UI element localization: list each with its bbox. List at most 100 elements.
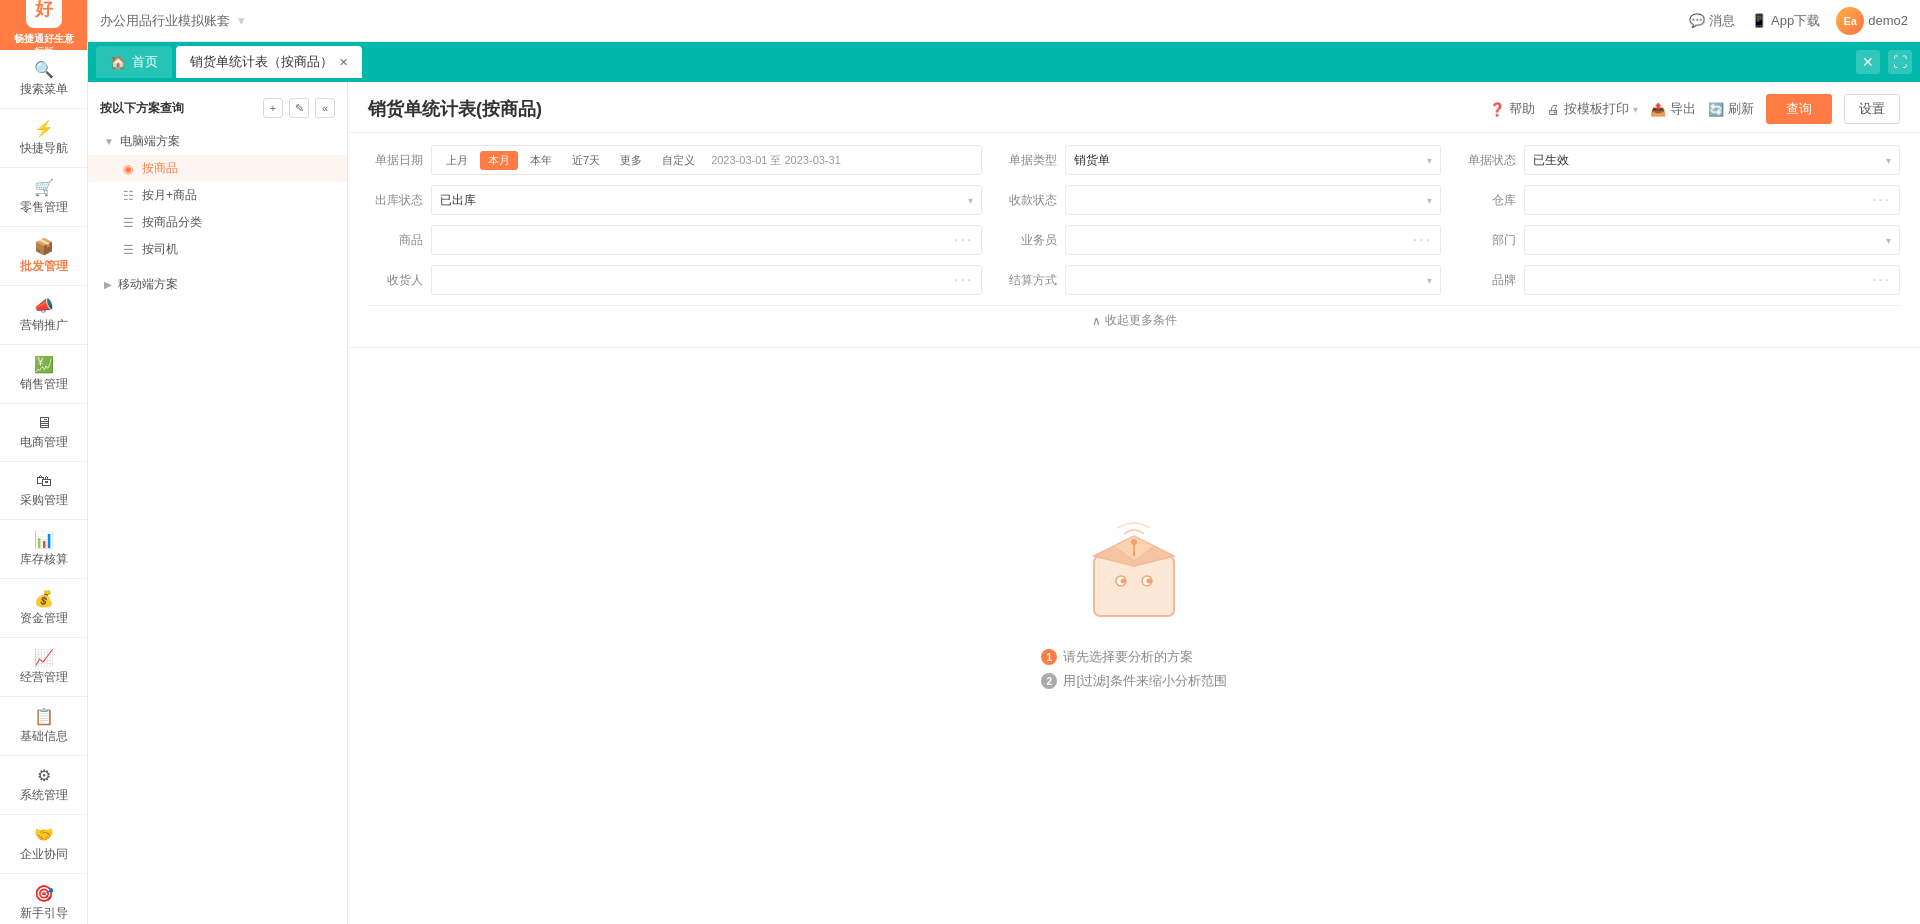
- add-scheme-btn[interactable]: +: [263, 98, 283, 118]
- date-custom-btn[interactable]: 自定义: [654, 151, 703, 170]
- tip1-text: 请先选择要分析的方案: [1063, 648, 1193, 666]
- by-product-category-icon: ☰: [120, 215, 136, 231]
- query-button[interactable]: 查询: [1766, 94, 1832, 124]
- doc-type-filter-cell: 单据类型 销货单 ▾: [1002, 145, 1441, 175]
- tab-close-icon[interactable]: ✕: [339, 56, 348, 69]
- by-month-product-icon: ☷: [120, 188, 136, 204]
- out-status-filter-cell: 出库状态 已出库 ▾: [368, 185, 982, 215]
- product-input[interactable]: ···: [431, 225, 982, 255]
- payment-status-dropdown-icon: ▾: [1427, 195, 1432, 206]
- solution-item-by-month-product[interactable]: ☷ 按月+商品: [88, 182, 347, 209]
- sidebar-item-inventory[interactable]: 📊 库存核算: [0, 520, 87, 579]
- user-area[interactable]: Ea demo2: [1836, 7, 1908, 35]
- date-filter-input[interactable]: 上月 本月 本年 近7天 更多 自定义 2023-03-01 至 2023-03…: [431, 145, 982, 175]
- solution-item-by-product-category[interactable]: ☰ 按商品分类: [88, 209, 347, 236]
- sidebar-item-retail[interactable]: 🛒 零售管理: [0, 168, 87, 227]
- payment-status-input[interactable]: ▾: [1065, 185, 1441, 215]
- tab-report[interactable]: 销货单统计表（按商品） ✕: [176, 46, 362, 78]
- svg-point-6: [1147, 579, 1152, 584]
- salesperson-label: 业务员: [1002, 232, 1057, 249]
- sidebar-item-sales[interactable]: 💹 销售管理: [0, 345, 87, 404]
- tab-close-btn[interactable]: ✕: [1856, 50, 1880, 74]
- tab-report-label: 销货单统计表（按商品）: [190, 53, 333, 71]
- dept-input[interactable]: ▾: [1524, 225, 1900, 255]
- export-btn[interactable]: 📤 导出: [1650, 100, 1696, 118]
- sidebar-item-enterprise[interactable]: 🤝 企业协同: [0, 815, 87, 874]
- solution-item-by-machine-label: 按司机: [142, 241, 178, 258]
- help-icon: ❓: [1489, 102, 1505, 117]
- date-filter-cell: 单据日期 上月 本月 本年 近7天 更多 自定义 2023-03-01 至 20…: [368, 145, 982, 175]
- left-panel: 按以下方案查询 + ✎ « ▼ 电脑端方案 ◉ 按商品 ☷: [88, 82, 348, 924]
- receiver-dots-icon: ···: [954, 271, 973, 289]
- brand-input[interactable]: ···: [1524, 265, 1900, 295]
- empty-state: 1 请先选择要分析的方案 2 用[过滤]条件来缩小分析范围: [348, 348, 1920, 924]
- out-status-dropdown-icon: ▾: [968, 195, 973, 206]
- edit-scheme-btn[interactable]: ✎: [289, 98, 309, 118]
- date-last-month-btn[interactable]: 上月: [438, 151, 476, 170]
- app-download-label: App下载: [1771, 12, 1820, 30]
- doc-type-input[interactable]: 销货单 ▾: [1065, 145, 1441, 175]
- marketing-icon: 📣: [4, 296, 83, 315]
- sidebar-item-search[interactable]: 🔍 搜索菜单: [0, 50, 87, 109]
- collapse-filters-btn[interactable]: ∧ 收起更多条件: [368, 305, 1900, 335]
- doc-status-filter-cell: 单据状态 已生效 ▾: [1461, 145, 1900, 175]
- by-machine-icon: ☰: [120, 242, 136, 258]
- collapse-panel-btn[interactable]: «: [315, 98, 335, 118]
- product-label: 商品: [368, 232, 423, 249]
- doc-status-label: 单据状态: [1461, 152, 1516, 169]
- sidebar-item-operation[interactable]: 📈 经营管理: [0, 638, 87, 697]
- out-status-input[interactable]: 已出库 ▾: [431, 185, 982, 215]
- date-more-btn[interactable]: 更多: [612, 151, 650, 170]
- sidebar-item-system[interactable]: ⚙ 系统管理: [0, 756, 87, 815]
- settlement-input[interactable]: ▾: [1065, 265, 1441, 295]
- receiver-input[interactable]: ···: [431, 265, 982, 295]
- sidebar-item-basic[interactable]: 📋 基础信息: [0, 697, 87, 756]
- chevron-down-icon: ▼: [104, 136, 114, 147]
- solution-group-desktop-header[interactable]: ▼ 电脑端方案: [88, 128, 347, 155]
- sidebar-item-wholesale[interactable]: 📦 批发管理: [0, 227, 87, 286]
- ecommerce-icon: 🖥: [4, 414, 83, 432]
- help-btn[interactable]: ❓ 帮助: [1489, 100, 1535, 118]
- quick-nav-icon: ⚡: [4, 119, 83, 138]
- messages-btn[interactable]: 💬 消息: [1689, 12, 1735, 30]
- template-print-btn[interactable]: 🖨 按模板打印 ▾: [1547, 100, 1638, 118]
- retail-icon: 🛒: [4, 178, 83, 197]
- breadcrumb-arrow: ▾: [238, 13, 245, 28]
- app-download-btn[interactable]: 📱 App下载: [1751, 12, 1820, 30]
- tab-home[interactable]: 🏠 首页: [96, 46, 172, 78]
- solution-group-mobile-header[interactable]: ▶ 移动端方案: [88, 271, 347, 298]
- export-icon: 📤: [1650, 102, 1666, 117]
- chevron-up-icon: ∧: [1092, 314, 1101, 328]
- salesperson-dots-icon: ···: [1413, 231, 1432, 249]
- sidebar-item-quick-nav[interactable]: ⚡ 快捷导航: [0, 109, 87, 168]
- breadcrumb: 办公用品行业模拟账套: [100, 12, 230, 30]
- tip2-text: 用[过滤]条件来缩小分析范围: [1063, 672, 1226, 690]
- sidebar-item-marketing[interactable]: 📣 营销推广: [0, 286, 87, 345]
- tip1-num: 1: [1041, 649, 1057, 665]
- wholesale-icon: 📦: [4, 237, 83, 256]
- chevron-right-icon: ▶: [104, 279, 112, 290]
- date-7days-btn[interactable]: 近7天: [564, 151, 608, 170]
- refresh-btn[interactable]: 🔄 刷新: [1708, 100, 1754, 118]
- dept-dropdown-icon: ▾: [1886, 235, 1891, 246]
- sidebar-item-ecommerce[interactable]: 🖥 电商管理: [0, 404, 87, 462]
- warehouse-input[interactable]: ···: [1524, 185, 1900, 215]
- filter-area: 单据日期 上月 本月 本年 近7天 更多 自定义 2023-03-01 至 20…: [348, 133, 1920, 348]
- tab-maximize-btn[interactable]: ⛶: [1888, 50, 1912, 74]
- setting-button[interactable]: 设置: [1844, 94, 1900, 124]
- sidebar-item-finance[interactable]: 💰 资金管理: [0, 579, 87, 638]
- date-this-year-btn[interactable]: 本年: [522, 151, 560, 170]
- receiver-label: 收货人: [368, 272, 423, 289]
- solution-item-by-product[interactable]: ◉ 按商品: [88, 155, 347, 182]
- brand-dots-icon: ···: [1872, 271, 1891, 289]
- sidebar: 好 畅捷通好生意 标版 🔍 搜索菜单 ⚡ 快捷导航 🛒 零售管理 📦 批发管理 …: [0, 0, 88, 924]
- sidebar-item-newbie[interactable]: 🎯 新手引导: [0, 874, 87, 924]
- brand-filter-cell: 品牌 ···: [1461, 265, 1900, 295]
- salesperson-input[interactable]: ···: [1065, 225, 1441, 255]
- sidebar-item-purchase[interactable]: 🛍 采购管理: [0, 462, 87, 520]
- refresh-label: 刷新: [1728, 100, 1754, 118]
- solution-item-by-machine[interactable]: ☰ 按司机: [88, 236, 347, 263]
- doc-status-input[interactable]: 已生效 ▾: [1524, 145, 1900, 175]
- topbar-right: 💬 消息 📱 App下载 Ea demo2: [1689, 7, 1908, 35]
- date-this-month-btn[interactable]: 本月: [480, 151, 518, 170]
